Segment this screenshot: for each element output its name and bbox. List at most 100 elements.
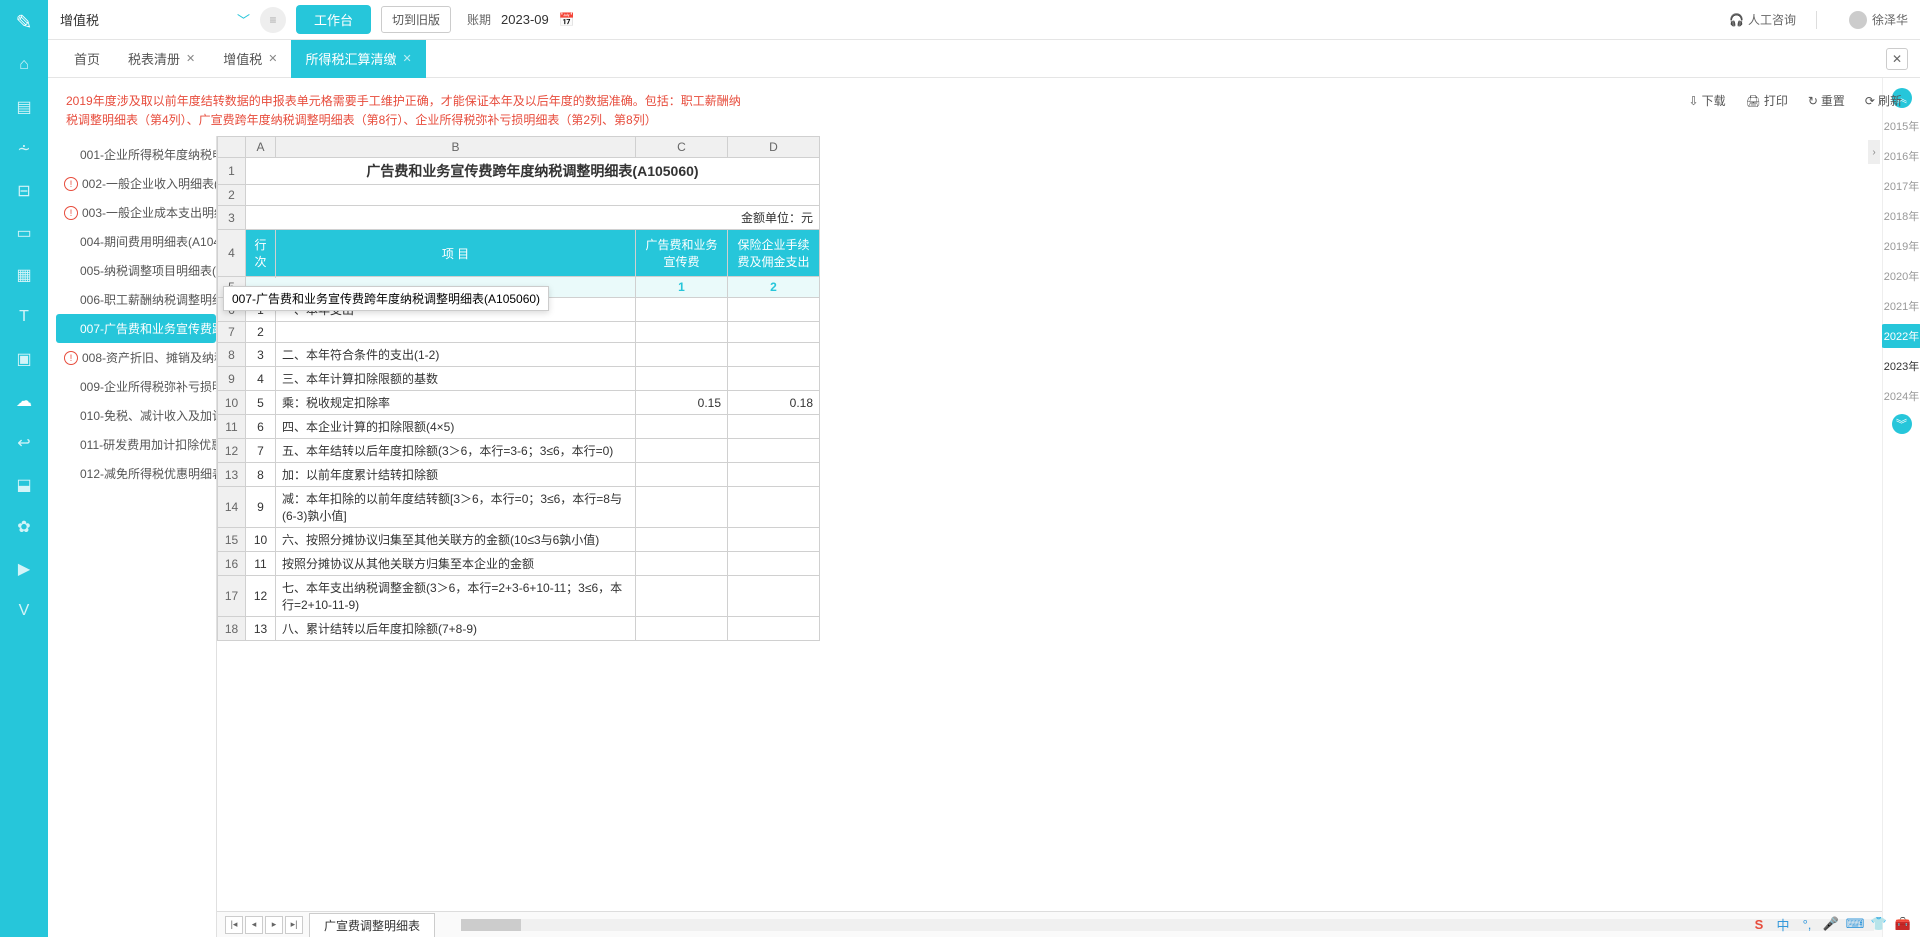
spreadsheet-grid[interactable]: A B C D 1 广告费和业务宣传费跨年度纳税调整明细表(A105060) 2…	[217, 136, 1882, 911]
value-cell-c[interactable]	[636, 298, 728, 322]
value-cell-d[interactable]	[728, 367, 820, 391]
form-list-item[interactable]: 007-广告费和业务宣传费跨...	[56, 314, 216, 343]
year-item[interactable]: 2022年	[1881, 324, 1920, 348]
value-cell-d[interactable]	[728, 463, 820, 487]
ime-keyboard-icon[interactable]: ⌨	[1846, 915, 1864, 933]
value-cell-d[interactable]	[728, 298, 820, 322]
nav-t-icon[interactable]: T	[12, 305, 36, 329]
nav-home-icon[interactable]: ⌂	[12, 53, 36, 77]
seq-cell[interactable]: 12	[246, 576, 276, 617]
sheet-nav-next[interactable]: ▸	[265, 916, 283, 934]
nav-window-icon[interactable]: ▣	[12, 347, 36, 371]
download-button[interactable]: ⇩ 下载	[1689, 92, 1726, 111]
value-cell-c[interactable]: 0.15	[636, 391, 728, 415]
close-icon[interactable]: ✕	[268, 52, 277, 65]
seq-cell[interactable]: 6	[246, 415, 276, 439]
tab-税表清册[interactable]: 税表清册✕	[114, 40, 209, 78]
value-cell-d[interactable]	[728, 487, 820, 528]
nav-doc-icon[interactable]: ▤	[12, 95, 36, 119]
nav-grid-icon[interactable]: ▦	[12, 263, 36, 287]
year-item[interactable]: 2016年	[1882, 144, 1920, 168]
row-header[interactable]: 10	[218, 391, 246, 415]
value-cell-c[interactable]	[636, 463, 728, 487]
close-icon[interactable]: ✕	[186, 52, 195, 65]
row-header[interactable]: 8	[218, 343, 246, 367]
period-value[interactable]: 2023-09	[501, 12, 549, 27]
value-cell-d[interactable]	[728, 439, 820, 463]
ime-voice-icon[interactable]: 🎤	[1822, 915, 1840, 933]
value-cell-d[interactable]	[728, 617, 820, 641]
form-list-item[interactable]: 011-研发费用加计扣除优惠...	[56, 430, 216, 459]
row-header[interactable]: 9	[218, 367, 246, 391]
reset-button[interactable]: ↻ 重置	[1808, 92, 1845, 111]
row-header[interactable]: 16	[218, 552, 246, 576]
col-header-D[interactable]: D	[728, 137, 820, 158]
support-link[interactable]: 🎧 人工咨询	[1729, 11, 1796, 28]
workbench-button[interactable]: 工作台	[296, 5, 371, 34]
item-cell[interactable]	[276, 322, 636, 343]
horizontal-scrollbar[interactable]	[461, 919, 1874, 931]
seq-cell[interactable]: 2	[246, 322, 276, 343]
close-icon[interactable]: ✕	[403, 52, 412, 65]
row-header[interactable]: 18	[218, 617, 246, 641]
nav-chart-icon[interactable]: ⩪	[12, 137, 36, 161]
item-cell[interactable]: 乘：税收规定扣除率	[276, 391, 636, 415]
list-toggle-icon[interactable]: ≡	[260, 7, 286, 33]
item-cell[interactable]: 四、本企业计算的扣除限额(4×5)	[276, 415, 636, 439]
row-header[interactable]: 7	[218, 322, 246, 343]
row-header[interactable]: 3	[218, 206, 246, 230]
value-cell-c[interactable]	[636, 439, 728, 463]
old-version-button[interactable]: 切到旧版	[381, 6, 451, 33]
form-list-item[interactable]: 001-企业所得税年度纳税申...	[56, 140, 216, 169]
value-cell-d[interactable]	[728, 576, 820, 617]
col-header-B[interactable]: B	[276, 137, 636, 158]
seq-cell[interactable]: 10	[246, 528, 276, 552]
item-cell[interactable]: 二、本年符合条件的支出(1-2)	[276, 343, 636, 367]
value-cell-c[interactable]	[636, 367, 728, 391]
print-button[interactable]: 🖨 打印	[1746, 92, 1788, 111]
item-cell[interactable]: 加：以前年度累计结转扣除额	[276, 463, 636, 487]
seq-cell[interactable]: 9	[246, 487, 276, 528]
item-cell[interactable]: 八、累计结转以后年度扣除额(7+8-9)	[276, 617, 636, 641]
seq-cell[interactable]: 3	[246, 343, 276, 367]
sheet-nav-first[interactable]: |◂	[225, 916, 243, 934]
nav-page-icon[interactable]: ▭	[12, 221, 36, 245]
row-header[interactable]: 1	[218, 158, 246, 185]
value-cell-c[interactable]	[636, 487, 728, 528]
form-list-item[interactable]: 009-企业所得税弥补亏损明...	[56, 372, 216, 401]
seq-cell[interactable]: 4	[246, 367, 276, 391]
year-item[interactable]: 2019年	[1882, 234, 1920, 258]
ime-toolbox-icon[interactable]: 🧰	[1894, 915, 1912, 933]
col-header-A[interactable]: A	[246, 137, 276, 158]
value-cell-d[interactable]	[728, 415, 820, 439]
ime-skin-icon[interactable]: 👕	[1870, 915, 1888, 933]
tab-增值税[interactable]: 增值税✕	[209, 40, 291, 78]
row-header[interactable]: 14	[218, 487, 246, 528]
row-header[interactable]: 17	[218, 576, 246, 617]
nav-v-icon[interactable]: V	[12, 599, 36, 623]
value-cell-c[interactable]	[636, 576, 728, 617]
calendar-icon[interactable]: 📅	[559, 12, 575, 28]
year-item[interactable]: 2020年	[1882, 264, 1920, 288]
nav-bag-icon[interactable]: ⊟	[12, 179, 36, 203]
year-item[interactable]: 2023年	[1882, 354, 1920, 378]
corner-cell[interactable]	[218, 137, 246, 158]
form-list-item[interactable]: 012-减免所得税优惠明细表(...	[56, 459, 216, 488]
value-cell-d[interactable]: 0.18	[728, 391, 820, 415]
value-cell-c[interactable]	[636, 552, 728, 576]
nav-settings-icon[interactable]: ✿	[12, 515, 36, 539]
value-cell-c[interactable]	[636, 617, 728, 641]
close-all-tabs-button[interactable]: ✕	[1886, 48, 1908, 70]
item-cell[interactable]: 六、按照分摊协议归集至其他关联方的金额(10≤3与6孰小值)	[276, 528, 636, 552]
row-header[interactable]: 12	[218, 439, 246, 463]
row-header[interactable]: 15	[218, 528, 246, 552]
nav-inbox-icon[interactable]: ⬓	[12, 473, 36, 497]
expand-right-handle[interactable]: ›	[1868, 140, 1880, 164]
form-list-item[interactable]: 008-资产折旧、摊销及纳税...	[56, 343, 216, 372]
value-cell-c[interactable]	[636, 528, 728, 552]
row-header[interactable]: 13	[218, 463, 246, 487]
form-list-item[interactable]: 002-一般企业收入明细表(A...	[56, 169, 216, 198]
form-list-item[interactable]: 004-期间费用明细表(A1040...	[56, 227, 216, 256]
user-menu[interactable]: 徐泽华	[1849, 11, 1908, 29]
year-item[interactable]: 2024年	[1882, 384, 1920, 408]
